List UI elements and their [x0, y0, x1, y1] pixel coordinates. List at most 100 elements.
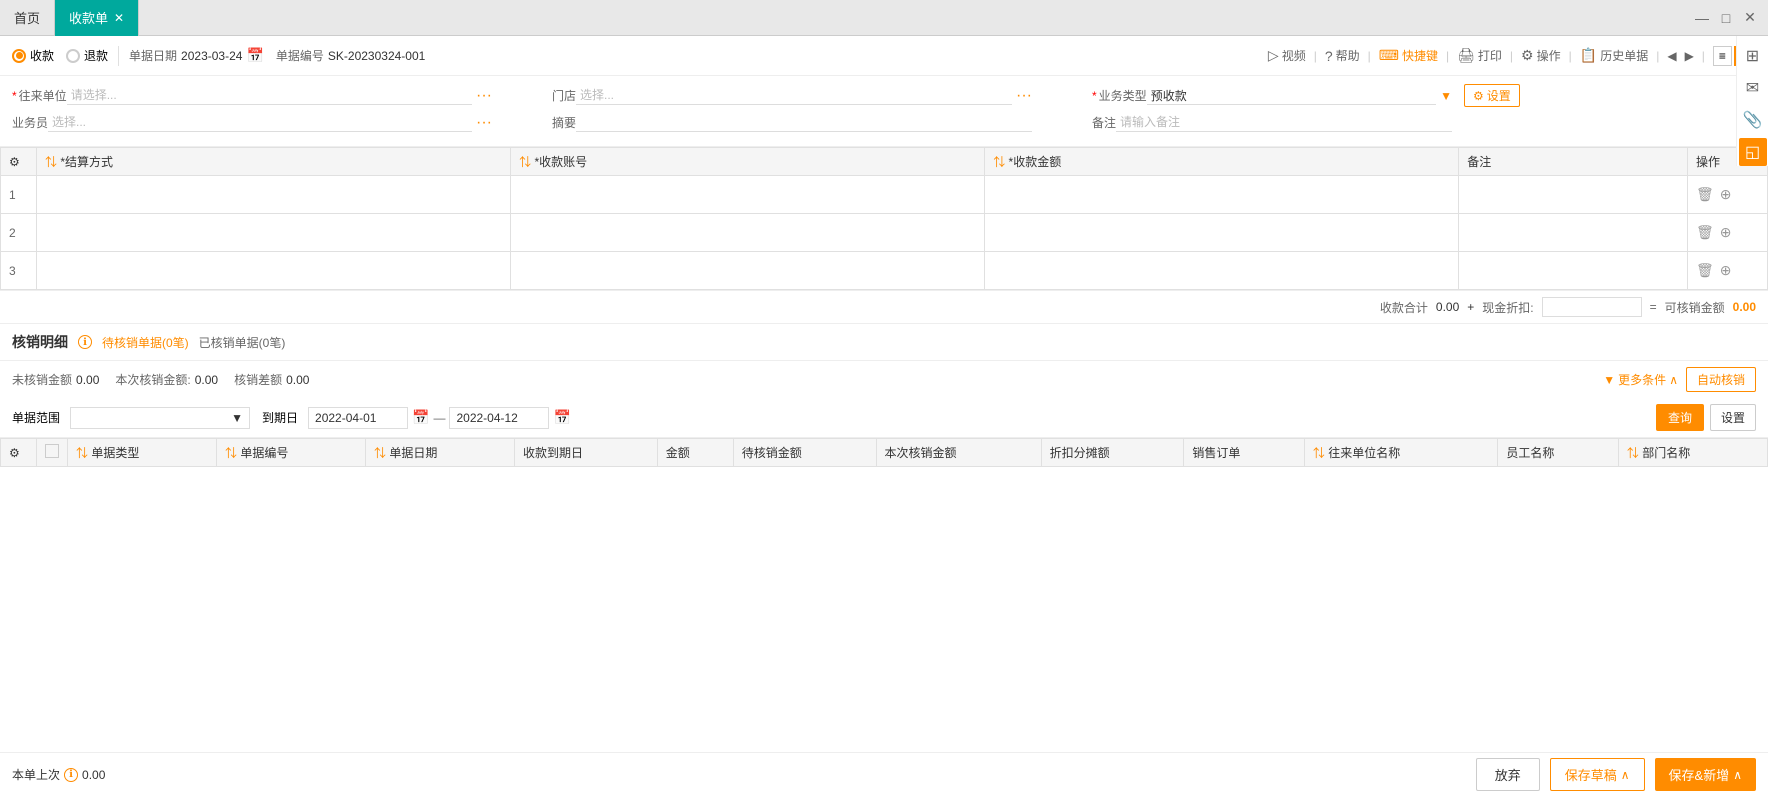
- row2-account[interactable]: [511, 214, 985, 252]
- sidebar-orange-icon[interactable]: ◱: [1739, 138, 1767, 166]
- toolbar: 收款 退款 单据日期 2023-03-24 📅 单据编号 SK-20230324…: [0, 36, 1768, 76]
- current-amount: 本次核销金额: 0.00: [115, 371, 218, 388]
- sidebar-table-icon[interactable]: ⊞: [1739, 42, 1767, 70]
- row3-amount[interactable]: [985, 252, 1459, 290]
- due-date-to-calendar-icon[interactable]: 📅: [553, 409, 570, 426]
- right-sidebar: ⊞ ✉ 📎 ◱: [1736, 36, 1768, 166]
- store-input[interactable]: [576, 86, 1012, 105]
- list-view-button[interactable]: ≡: [1713, 46, 1732, 66]
- row2-copy-icon[interactable]: ⊕: [1720, 224, 1732, 241]
- filter-settings-button[interactable]: 设置: [1710, 404, 1756, 431]
- bth-doc-date: ⇅ 单据日期: [365, 439, 514, 467]
- due-date-to-input[interactable]: [449, 407, 549, 429]
- row1-note[interactable]: [1459, 176, 1688, 214]
- bth-current: 本次核销金额: [876, 439, 1041, 467]
- print-action[interactable]: 🖨 打印: [1457, 47, 1502, 64]
- row2-note[interactable]: [1459, 214, 1688, 252]
- help-action[interactable]: ? 帮助: [1325, 47, 1360, 64]
- staff-input[interactable]: [48, 113, 472, 132]
- writeoff-table: ⚙ ⇅ 单据类型 ⇅ 单据编号 ⇅ 单据日期: [0, 438, 1768, 467]
- shortcut-action[interactable]: ⌨ 快捷键: [1379, 47, 1438, 64]
- row3-settle[interactable]: [37, 252, 511, 290]
- receipt-table-wrap: ⚙ ⇅ *结算方式 ⇅ *收款账号 ⇅ *收款金额 备注 操作: [0, 147, 1768, 291]
- row2-delete-icon[interactable]: 🗑: [1696, 224, 1714, 241]
- row2-settle[interactable]: [37, 214, 511, 252]
- save-new-arrow-icon: ∧: [1733, 768, 1742, 782]
- partner-input[interactable]: [67, 86, 472, 105]
- th-amount: ⇅ *收款金额: [985, 148, 1459, 176]
- note-input[interactable]: [1116, 113, 1452, 132]
- shortcut-icon: ⌨: [1379, 47, 1399, 64]
- main-wrap: 收款 退款 单据日期 2023-03-24 📅 单据编号 SK-20230324…: [0, 36, 1768, 796]
- nav-next-icon[interactable]: ▶: [1685, 49, 1694, 63]
- staff-more-icon[interactable]: ···: [476, 114, 492, 132]
- row1-settle[interactable]: [37, 176, 511, 214]
- abandon-button[interactable]: 放弃: [1476, 758, 1540, 791]
- more-filter-button[interactable]: ▼ 更多条件 ∧: [1603, 371, 1678, 388]
- biz-type-input[interactable]: [1147, 86, 1436, 105]
- tab-receipt[interactable]: 收款单 ✕: [55, 0, 139, 36]
- range-select[interactable]: ▼: [70, 407, 250, 429]
- tab-home[interactable]: 首页: [0, 0, 55, 36]
- table-settings-icon[interactable]: ⚙: [9, 155, 20, 169]
- due-date-from-calendar-icon[interactable]: 📅: [412, 409, 429, 426]
- nav-prev-icon[interactable]: ◀: [1667, 49, 1676, 63]
- auto-writeoff-button[interactable]: 自动核销: [1686, 367, 1756, 392]
- settings-button[interactable]: ⚙ 设置: [1464, 84, 1520, 107]
- summary-input[interactable]: [576, 113, 1032, 132]
- row1-amount[interactable]: [985, 176, 1459, 214]
- row3-delete-icon[interactable]: 🗑: [1696, 262, 1714, 279]
- row3-account[interactable]: [511, 252, 985, 290]
- table-row: 2 🗑 ⊕: [1, 214, 1768, 252]
- video-icon: ▷: [1268, 47, 1279, 64]
- row2-amount[interactable]: [985, 214, 1459, 252]
- done-tab[interactable]: 已核销单据(0笔): [199, 334, 286, 351]
- save-new-button[interactable]: 保存&新增 ∧: [1655, 758, 1756, 791]
- receipt-radio[interactable]: 收款: [12, 47, 54, 64]
- summary-bar: 未核销金额 0.00 本次核销金额: 0.00 核销差额 0.00 ▼ 更多条件…: [0, 361, 1768, 398]
- discount-input[interactable]: [1542, 297, 1642, 317]
- row1-num: 1: [1, 176, 37, 214]
- partner-more-icon[interactable]: ···: [476, 87, 492, 105]
- due-date-from-input[interactable]: [308, 407, 408, 429]
- th-settings: ⚙: [1, 148, 37, 176]
- query-button[interactable]: 查询: [1656, 404, 1704, 431]
- chevron-up-icon: ∧: [1669, 373, 1678, 387]
- pending-tab[interactable]: 待核销单据(0笔): [102, 334, 189, 351]
- writeoff-info-icon[interactable]: ℹ: [78, 335, 92, 349]
- row2-actions: 🗑 ⊕: [1688, 214, 1768, 252]
- close-button[interactable]: ✕: [1740, 8, 1760, 28]
- row3-note[interactable]: [1459, 252, 1688, 290]
- save-draft-button[interactable]: 保存草稿 ∧: [1550, 758, 1645, 791]
- row1-account[interactable]: [511, 176, 985, 214]
- note-field: 备注: [1092, 113, 1452, 132]
- row1-copy-icon[interactable]: ⊕: [1720, 186, 1732, 203]
- due-date-field: 到期日 📅 — 📅: [262, 407, 571, 429]
- total-row: 收款合计 0.00 + 现金折扣: = 可核销金额 0.00: [0, 291, 1768, 324]
- row2-num: 2: [1, 214, 37, 252]
- select-all-checkbox[interactable]: [45, 444, 59, 458]
- bth-settings: ⚙: [1, 439, 37, 467]
- sidebar-mail-icon[interactable]: ✉: [1739, 74, 1767, 102]
- minimize-button[interactable]: —: [1692, 8, 1712, 28]
- sidebar-attach-icon[interactable]: 📎: [1739, 106, 1767, 134]
- bottom-table-wrap: ⚙ ⇅ 单据类型 ⇅ 单据编号 ⇅ 单据日期: [0, 438, 1768, 752]
- history-action[interactable]: 📋 历史单据: [1580, 47, 1648, 64]
- biz-type-dropdown-icon[interactable]: ▼: [1440, 89, 1452, 103]
- date-calendar-icon[interactable]: 📅: [246, 47, 263, 64]
- row3-actions: 🗑 ⊕: [1688, 252, 1768, 290]
- maximize-button[interactable]: □: [1716, 8, 1736, 28]
- summary-field: 摘要: [552, 113, 1032, 132]
- row3-num: 3: [1, 252, 37, 290]
- footer-info-icon[interactable]: ℹ: [64, 768, 78, 782]
- row3-copy-icon[interactable]: ⊕: [1720, 262, 1732, 279]
- row1-delete-icon[interactable]: 🗑: [1696, 186, 1714, 203]
- video-action[interactable]: ▷ 视频: [1268, 47, 1306, 64]
- refund-radio[interactable]: 退款: [66, 47, 108, 64]
- close-tab-icon[interactable]: ✕: [114, 11, 124, 25]
- store-more-icon[interactable]: ···: [1016, 87, 1032, 105]
- btable-settings-icon[interactable]: ⚙: [9, 446, 20, 460]
- bth-discount: 折扣分摊额: [1041, 439, 1184, 467]
- operation-action[interactable]: ⚙ 操作: [1521, 47, 1561, 64]
- th-note: 备注: [1459, 148, 1688, 176]
